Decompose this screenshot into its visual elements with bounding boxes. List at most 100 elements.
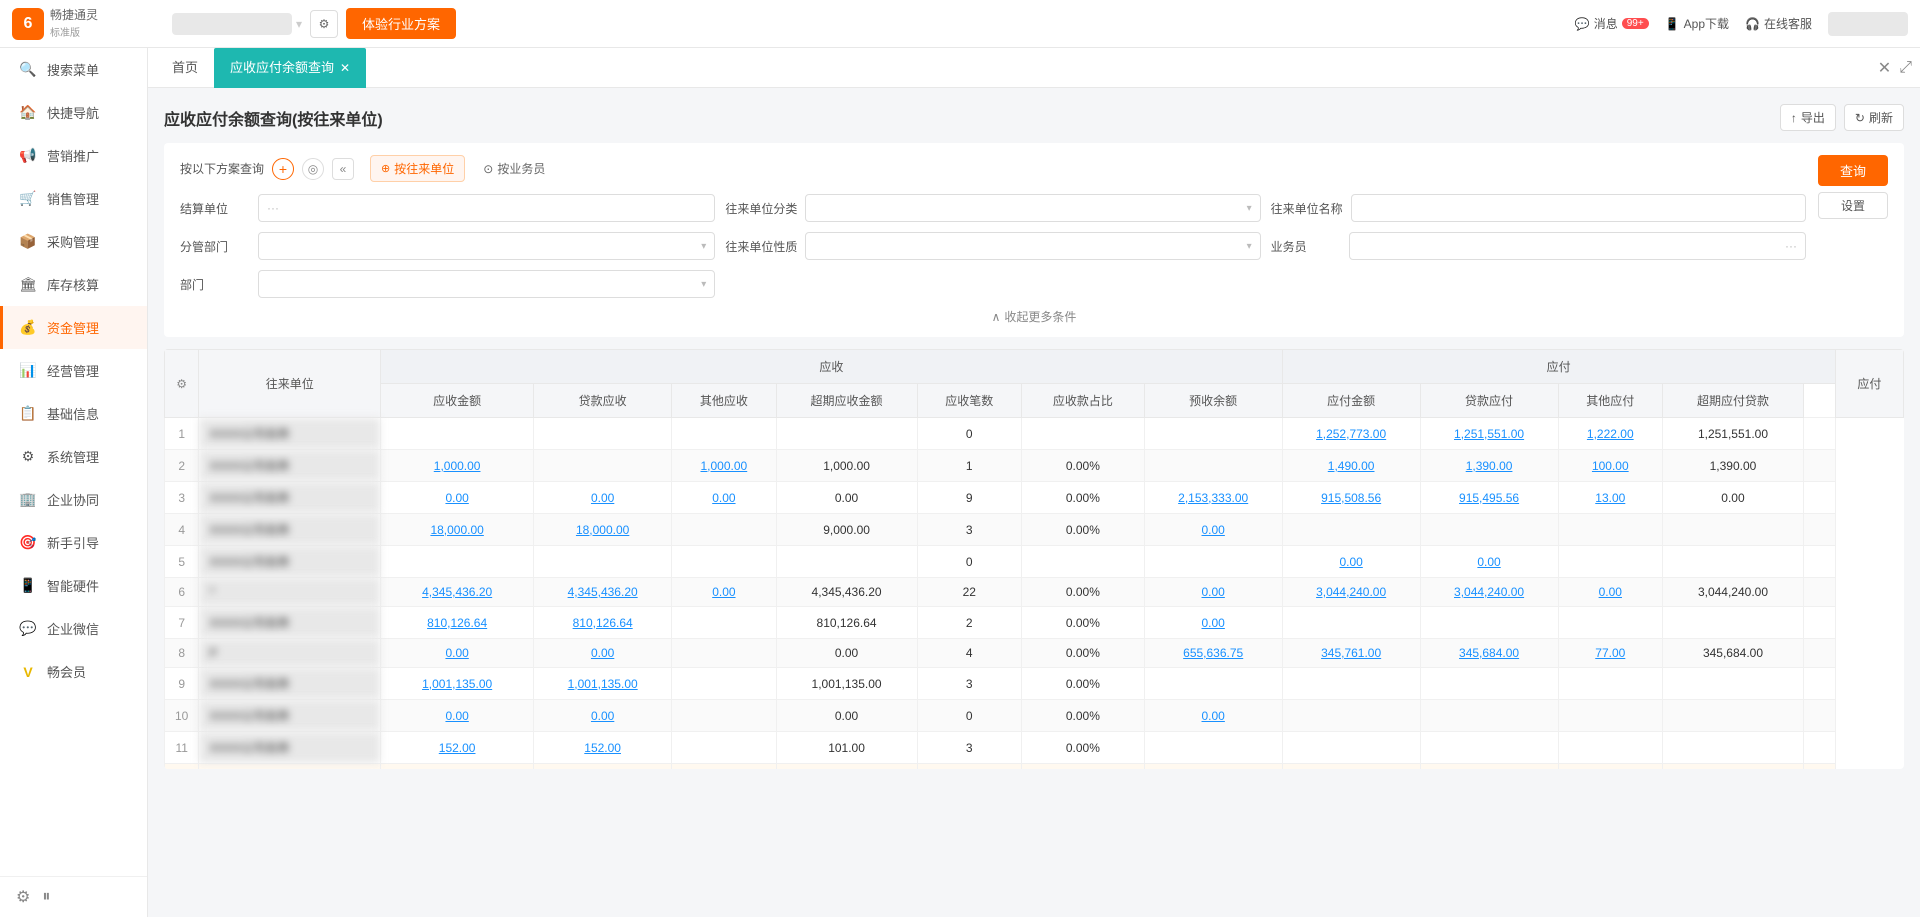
row-ar-prepay[interactable]: 0.00 xyxy=(1144,514,1282,546)
tab-close-window-icon[interactable]: ✕ xyxy=(1878,58,1891,78)
row-ar-prepay[interactable]: 0.00 xyxy=(1144,607,1282,639)
row-ar-loan[interactable]: 4,345,436.20 xyxy=(534,578,672,607)
sidebar-item-finance[interactable]: 💰 资金管理 xyxy=(0,306,147,349)
department-input[interactable]: ▾ xyxy=(258,270,715,298)
footer-ar-prepay[interactable]: 6,417,215.... xyxy=(1144,764,1282,770)
row-ar-amount[interactable]: 1,000.00 xyxy=(381,450,534,482)
sidebar-item-basic-info[interactable]: 📋 基础信息 xyxy=(0,392,147,435)
row-ar-other xyxy=(672,639,777,668)
row-ap-loan[interactable]: 345,684.00 xyxy=(1420,639,1558,668)
row-ar-amount[interactable]: 810,126.64 xyxy=(381,607,534,639)
table-settings-header[interactable]: ⚙ xyxy=(165,350,199,418)
row-ap-other[interactable]: 0.00 xyxy=(1558,578,1663,607)
row-ar-count: 3 xyxy=(917,732,1022,764)
row-ap-loan xyxy=(1420,732,1558,764)
user-info[interactable] xyxy=(1828,12,1908,36)
row-ap-amount[interactable]: 345,761.00 xyxy=(1282,639,1420,668)
counterparty-category-input[interactable]: ▾ xyxy=(805,194,1260,222)
dept-input[interactable]: ▾ xyxy=(258,232,715,260)
row-num: 2 xyxy=(165,450,199,482)
row-ar-amount[interactable]: 0.00 xyxy=(381,482,534,514)
sidebar-item-operation[interactable]: 📊 经营管理 xyxy=(0,349,147,392)
tab-fullscreen-icon[interactable]: ⤢ xyxy=(1899,59,1912,77)
row-ar-prepay[interactable]: 655,636.75 xyxy=(1144,639,1282,668)
sidebar-item-enterprise[interactable]: 🏢 企业协同 xyxy=(0,478,147,521)
row-ar-loan[interactable]: 0.00 xyxy=(534,700,672,732)
counterparty-nature-input[interactable]: ▾ xyxy=(805,232,1260,260)
industry-solution-button[interactable]: 体验行业方案 xyxy=(346,8,456,39)
row-ap-other[interactable]: 1,222.00 xyxy=(1558,418,1663,450)
tab-close-icon[interactable]: ✕ xyxy=(340,48,350,88)
tab-home[interactable]: 首页 xyxy=(156,48,214,88)
tab-ar-ap[interactable]: 应收应付余额查询 ✕ xyxy=(214,48,366,88)
sidebar-item-sales[interactable]: 🛒 销售管理 xyxy=(0,177,147,220)
gear-button[interactable]: ⚙ xyxy=(310,10,338,38)
export-button[interactable]: ↑ 导出 xyxy=(1780,104,1836,131)
settlement-unit-input[interactable]: ··· xyxy=(258,194,715,222)
sidebar-item-quick-nav[interactable]: 🏠 快捷导航 xyxy=(0,91,147,134)
sidebar-item-guide[interactable]: 🎯 新手引导 xyxy=(0,521,147,564)
collapse-more-button[interactable]: ∧ 收起更多条件 xyxy=(180,308,1888,325)
row-ap-amount[interactable]: 0.00 xyxy=(1282,546,1420,578)
row-ap-amount[interactable]: 915,508.56 xyxy=(1282,482,1420,514)
row-ar-other[interactable]: 0.00 xyxy=(672,482,777,514)
sidebar-label-search-menu: 搜索菜单 xyxy=(47,60,99,79)
row-ap-loan[interactable]: 1,251,551.00 xyxy=(1420,418,1558,450)
row-ap-loan[interactable]: 915,495.56 xyxy=(1420,482,1558,514)
row-ar-loan[interactable]: 810,126.64 xyxy=(534,607,672,639)
query-button[interactable]: 查询 xyxy=(1818,155,1888,186)
row-ar-amount[interactable]: 4,345,436.20 xyxy=(381,578,534,607)
salesperson-input[interactable]: ··· xyxy=(1349,232,1806,260)
ar-amount-header: 应收金额 xyxy=(381,384,534,418)
app-download-item[interactable]: 📱 App下载 xyxy=(1665,15,1729,32)
row-ar-loan[interactable]: 0.00 xyxy=(534,639,672,668)
filter-add-button[interactable]: + xyxy=(272,158,294,180)
filter-scheme-counterparty[interactable]: ⊕ 按往来单位 xyxy=(370,155,465,182)
sidebar-item-member[interactable]: V 畅会员 xyxy=(0,650,147,693)
collapse-icon[interactable]: ⏸ xyxy=(42,888,50,906)
row-ar-amount[interactable]: 0.00 xyxy=(381,700,534,732)
settings-bottom-icon[interactable]: ⚙ xyxy=(16,887,30,907)
row-ar-prepay[interactable]: 0.00 xyxy=(1144,578,1282,607)
row-ap-other[interactable]: 13.00 xyxy=(1558,482,1663,514)
row-ar-amount[interactable]: 152.00 xyxy=(381,732,534,764)
sidebar-item-system[interactable]: ⚙ 系统管理 xyxy=(0,435,147,478)
messages-item[interactable]: 💬 消息 99+ xyxy=(1575,15,1649,32)
row-ap-loan[interactable]: 1,390.00 xyxy=(1420,450,1558,482)
row-ar-amount[interactable]: 1,001,135.00 xyxy=(381,668,534,700)
filter-settings-button[interactable]: ◎ xyxy=(302,158,324,180)
enterprise-icon: 🏢 xyxy=(19,491,37,509)
filter-scheme-salesperson[interactable]: ⊙ 按业务员 xyxy=(473,156,555,181)
row-ap-other xyxy=(1558,700,1663,732)
row-ap-other[interactable]: 100.00 xyxy=(1558,450,1663,482)
row-ap-amount[interactable]: 3,044,240.00 xyxy=(1282,578,1420,607)
row-ar-other[interactable]: 1,000.00 xyxy=(672,450,777,482)
row-ar-amount[interactable]: 0.00 xyxy=(381,639,534,668)
online-service-item[interactable]: 🎧 在线客服 xyxy=(1745,15,1812,32)
row-ap-amount[interactable]: 1,490.00 xyxy=(1282,450,1420,482)
row-ap-amount[interactable]: 1,252,773.00 xyxy=(1282,418,1420,450)
sidebar-item-wechat[interactable]: 💬 企业微信 xyxy=(0,607,147,650)
row-ar-prepay[interactable]: 0.00 xyxy=(1144,700,1282,732)
row-ar-loan[interactable]: 152.00 xyxy=(534,732,672,764)
sidebar-item-search-menu[interactable]: 🔍 搜索菜单 xyxy=(0,48,147,91)
filter-collapse-button[interactable]: « xyxy=(332,158,354,180)
sidebar-item-smart-hw[interactable]: 📱 智能硬件 xyxy=(0,564,147,607)
sidebar-item-marketing[interactable]: 📢 营销推广 xyxy=(0,134,147,177)
counterparty-name-input[interactable] xyxy=(1351,194,1806,222)
row-ar-other[interactable]: 0.00 xyxy=(672,578,777,607)
row-ar-loan[interactable]: 1,001,135.00 xyxy=(534,668,672,700)
row-ar-prepay[interactable]: 2,153,333.00 xyxy=(1144,482,1282,514)
row-ar-loan[interactable]: 0.00 xyxy=(534,482,672,514)
table-container[interactable]: ⚙ 往来单位 应收 应付 应付 应收金额 贷款应收 其他应收 超期应收金额 xyxy=(164,349,1904,769)
row-ap-loan[interactable]: 0.00 xyxy=(1420,546,1558,578)
refresh-button[interactable]: ↻ 刷新 xyxy=(1844,104,1904,131)
sidebar-item-purchase[interactable]: 📦 采购管理 xyxy=(0,220,147,263)
row-ar-loan[interactable]: 18,000.00 xyxy=(534,514,672,546)
row-ar-amount[interactable]: 18,000.00 xyxy=(381,514,534,546)
row-ap-other[interactable]: 77.00 xyxy=(1558,639,1663,668)
row-ap-loan[interactable]: 3,044,240.00 xyxy=(1420,578,1558,607)
sidebar-item-inventory[interactable]: 🏛 库存核算 xyxy=(0,263,147,306)
settings-button2[interactable]: 设置 xyxy=(1818,192,1888,219)
footer-ar-amount[interactable]: 19,553,472,6... xyxy=(381,764,534,770)
